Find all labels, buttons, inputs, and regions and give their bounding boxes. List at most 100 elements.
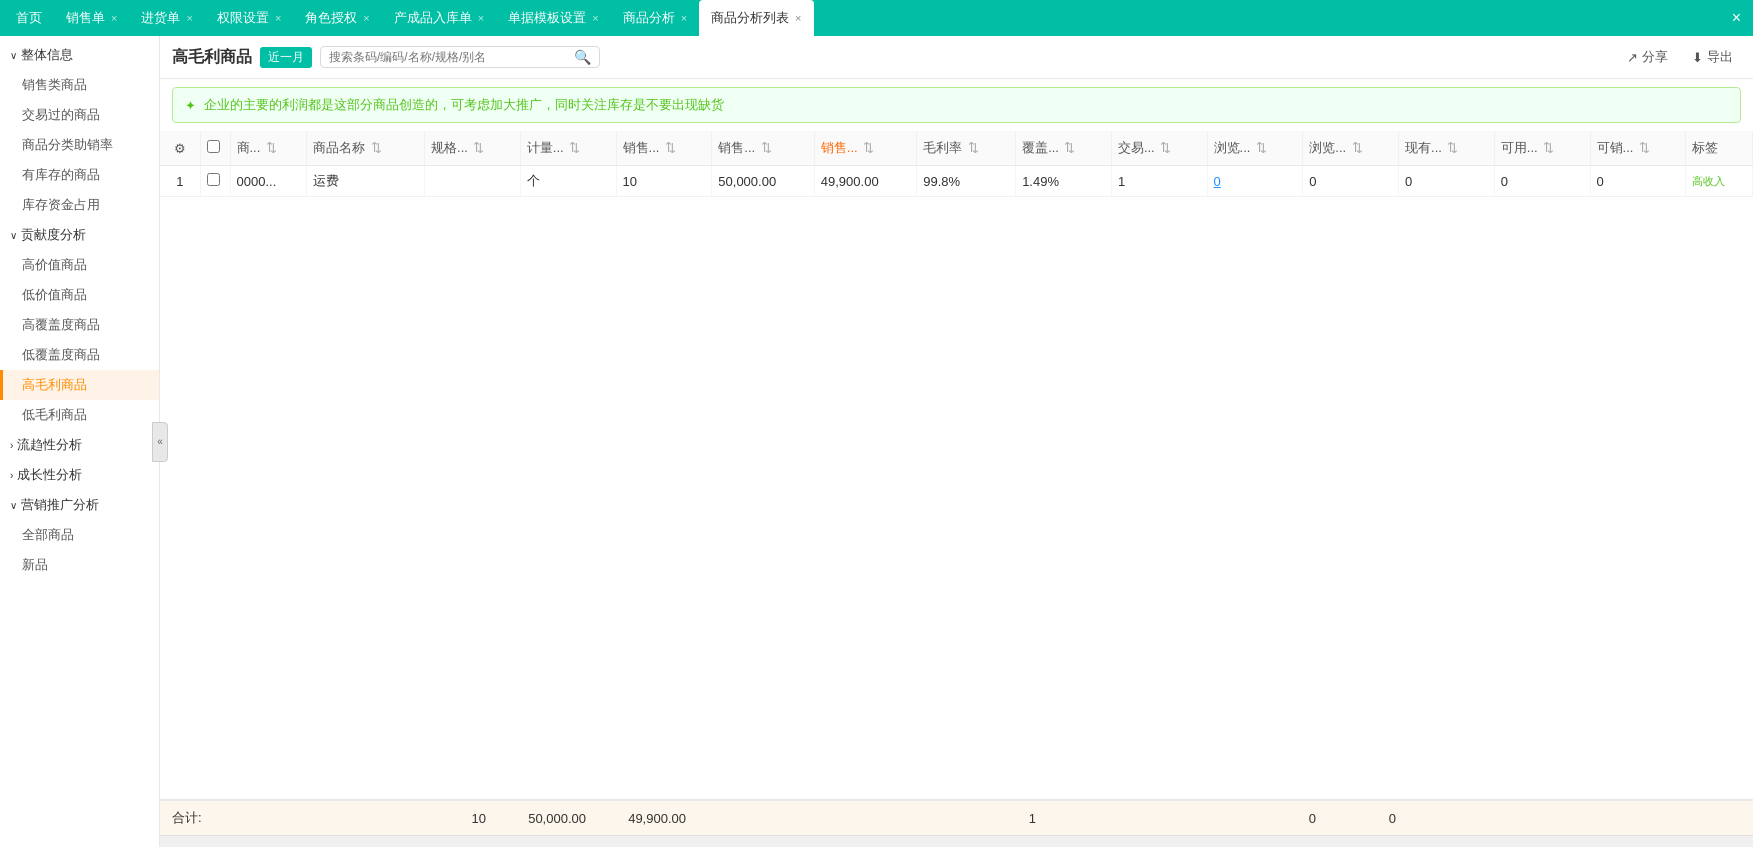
footer-stock-sellable: 0 <box>1322 811 1402 826</box>
export-button[interactable]: ⬇ 导出 <box>1684 44 1741 70</box>
row-code: 0000... <box>230 166 307 197</box>
footer-label: 合计: <box>172 809 372 827</box>
sidebar: ∨ 整体信息 销售类商品 交易过的商品 商品分类助销率 有库存的商品 库存资金占… <box>0 36 160 847</box>
col-gross-margin[interactable]: 毛利率 ⇅ <box>917 131 1016 166</box>
close-icon[interactable]: × <box>795 12 801 24</box>
sidebar-item-sales-goods[interactable]: 销售类商品 <box>0 70 159 100</box>
table-container: ⚙ 商... ⇅ 商品名称 ⇅ <box>160 131 1753 799</box>
row-checkbox-cell <box>200 166 230 197</box>
col-stock-available[interactable]: 可用... ⇅ <box>1494 131 1590 166</box>
chevron-right-icon: › <box>10 440 13 451</box>
col-name[interactable]: 商品名称 ⇅ <box>307 131 425 166</box>
sidebar-section-trend[interactable]: › 流趋性分析 <box>0 430 159 460</box>
sort-icon: ⇅ <box>1543 140 1554 155</box>
nav-tab-sales[interactable]: 销售单 × <box>54 0 129 36</box>
sort-icon: ⇅ <box>1352 140 1363 155</box>
col-unit[interactable]: 计量... ⇅ <box>520 131 616 166</box>
table-header-row: ⚙ 商... ⇅ 商品名称 ⇅ <box>160 131 1753 166</box>
col-stock-sellable[interactable]: 可销... ⇅ <box>1590 131 1686 166</box>
sidebar-item-low-margin[interactable]: 低毛利商品 <box>0 400 159 430</box>
close-icon[interactable]: × <box>592 12 598 24</box>
row-transactions: 1 <box>1111 166 1207 197</box>
sort-icon: ⇅ <box>665 140 676 155</box>
sort-icon: ⇅ <box>1639 140 1650 155</box>
horizontal-scrollbar[interactable] <box>160 835 1753 847</box>
select-all-checkbox[interactable] <box>207 140 220 153</box>
col-views1[interactable]: 浏览... ⇅ <box>1207 131 1303 166</box>
search-box: 🔍 <box>320 46 600 68</box>
col-transactions[interactable]: 交易... ⇅ <box>1111 131 1207 166</box>
sidebar-item-stock-capital[interactable]: 库存资金占用 <box>0 190 159 220</box>
col-spec[interactable]: 规格... ⇅ <box>425 131 521 166</box>
sort-icon: ⇅ <box>968 140 979 155</box>
col-views2[interactable]: 浏览... ⇅ <box>1303 131 1399 166</box>
col-code[interactable]: 商... ⇅ <box>230 131 307 166</box>
sidebar-item-low-value[interactable]: 低价值商品 <box>0 280 159 310</box>
chevron-right-icon: › <box>10 470 13 481</box>
row-spec <box>425 166 521 197</box>
close-icon[interactable]: × <box>186 12 192 24</box>
content-area: 高毛利商品 近一月 🔍 ↗ 分享 ⬇ 导出 ✦ 企业的主要的利润都是这部分商品创… <box>160 36 1753 847</box>
nav-tab-role[interactable]: 角色授权 × <box>293 0 381 36</box>
period-button[interactable]: 近一月 <box>260 47 312 68</box>
sidebar-item-high-margin[interactable]: 高毛利商品 <box>0 370 159 400</box>
sidebar-section-growth[interactable]: › 成长性分析 <box>0 460 159 490</box>
col-coverage[interactable]: 覆盖... ⇅ <box>1016 131 1112 166</box>
sidebar-item-high-coverage[interactable]: 高覆盖度商品 <box>0 310 159 340</box>
close-icon[interactable]: × <box>681 12 687 24</box>
search-input[interactable] <box>329 50 570 64</box>
footer-stock-available: 0 <box>1242 811 1322 826</box>
export-icon: ⬇ <box>1692 50 1703 65</box>
close-icon[interactable]: × <box>363 12 369 24</box>
sidebar-item-all-goods[interactable]: 全部商品 <box>0 520 159 550</box>
row-stock-available: 0 <box>1494 166 1590 197</box>
sidebar-item-new-goods[interactable]: 新品 <box>0 550 159 580</box>
sidebar-section-overall[interactable]: ∨ 整体信息 <box>0 40 159 70</box>
settings-icon[interactable]: ⚙ <box>174 141 186 156</box>
footer-sales-qty: 10 <box>372 811 492 826</box>
search-icon[interactable]: 🔍 <box>574 49 591 65</box>
sort-icon: ⇅ <box>569 140 580 155</box>
sidebar-collapse-button[interactable]: « <box>152 422 168 462</box>
nav-tab-analysis-list[interactable]: 商品分析列表 × <box>699 0 813 36</box>
sort-icon: ⇅ <box>1064 140 1075 155</box>
close-icon[interactable]: × <box>275 12 281 24</box>
close-all-button[interactable]: × <box>1724 9 1749 27</box>
share-button[interactable]: ↗ 分享 <box>1619 44 1676 70</box>
col-sales-cost[interactable]: 销售... ⇅ <box>814 131 916 166</box>
nav-tab-purchase[interactable]: 进货单 × <box>129 0 204 36</box>
share-icon: ↗ <box>1627 50 1638 65</box>
row-views1[interactable]: 0 <box>1207 166 1303 197</box>
col-tag: 标签 <box>1686 131 1753 166</box>
row-checkbox[interactable] <box>207 173 220 186</box>
nav-tab-permission[interactable]: 权限设置 × <box>205 0 293 36</box>
close-icon[interactable]: × <box>111 12 117 24</box>
footer-sales-amount: 50,000.00 <box>492 811 592 826</box>
nav-tab-analysis[interactable]: 商品分析 × <box>611 0 699 36</box>
nav-tab-home[interactable]: 首页 <box>4 0 54 36</box>
chevron-down-icon: ∨ <box>10 500 17 511</box>
col-stock-actual[interactable]: 现有... ⇅ <box>1399 131 1495 166</box>
row-unit: 个 <box>520 166 616 197</box>
top-nav: 首页 销售单 × 进货单 × 权限设置 × 角色授权 × 产成品入库单 × 单据… <box>0 0 1753 36</box>
sidebar-section-marketing[interactable]: ∨ 营销推广分析 <box>0 490 159 520</box>
close-icon[interactable]: × <box>478 12 484 24</box>
chevron-down-icon: ∨ <box>10 50 17 61</box>
row-stock-sellable: 0 <box>1590 166 1686 197</box>
col-sales-qty[interactable]: 销售... ⇅ <box>616 131 712 166</box>
sidebar-item-in-stock[interactable]: 有库存的商品 <box>0 160 159 190</box>
sidebar-item-traded-goods[interactable]: 交易过的商品 <box>0 100 159 130</box>
nav-tab-template[interactable]: 单据模板设置 × <box>496 0 610 36</box>
sort-icon: ⇅ <box>1160 140 1171 155</box>
row-sales-cost: 49,900.00 <box>814 166 916 197</box>
sidebar-item-category-rate[interactable]: 商品分类助销率 <box>0 130 159 160</box>
row-sales-amount: 50,000.00 <box>712 166 814 197</box>
row-views2: 0 <box>1303 166 1399 197</box>
nav-tab-product-in[interactable]: 产成品入库单 × <box>382 0 496 36</box>
col-sales-amount[interactable]: 销售... ⇅ <box>712 131 814 166</box>
sidebar-item-high-value[interactable]: 高价值商品 <box>0 250 159 280</box>
sidebar-section-contribution[interactable]: ∨ 贡献度分析 <box>0 220 159 250</box>
sidebar-item-low-coverage[interactable]: 低覆盖度商品 <box>0 340 159 370</box>
chevron-down-icon: ∨ <box>10 230 17 241</box>
info-icon: ✦ <box>185 98 196 113</box>
